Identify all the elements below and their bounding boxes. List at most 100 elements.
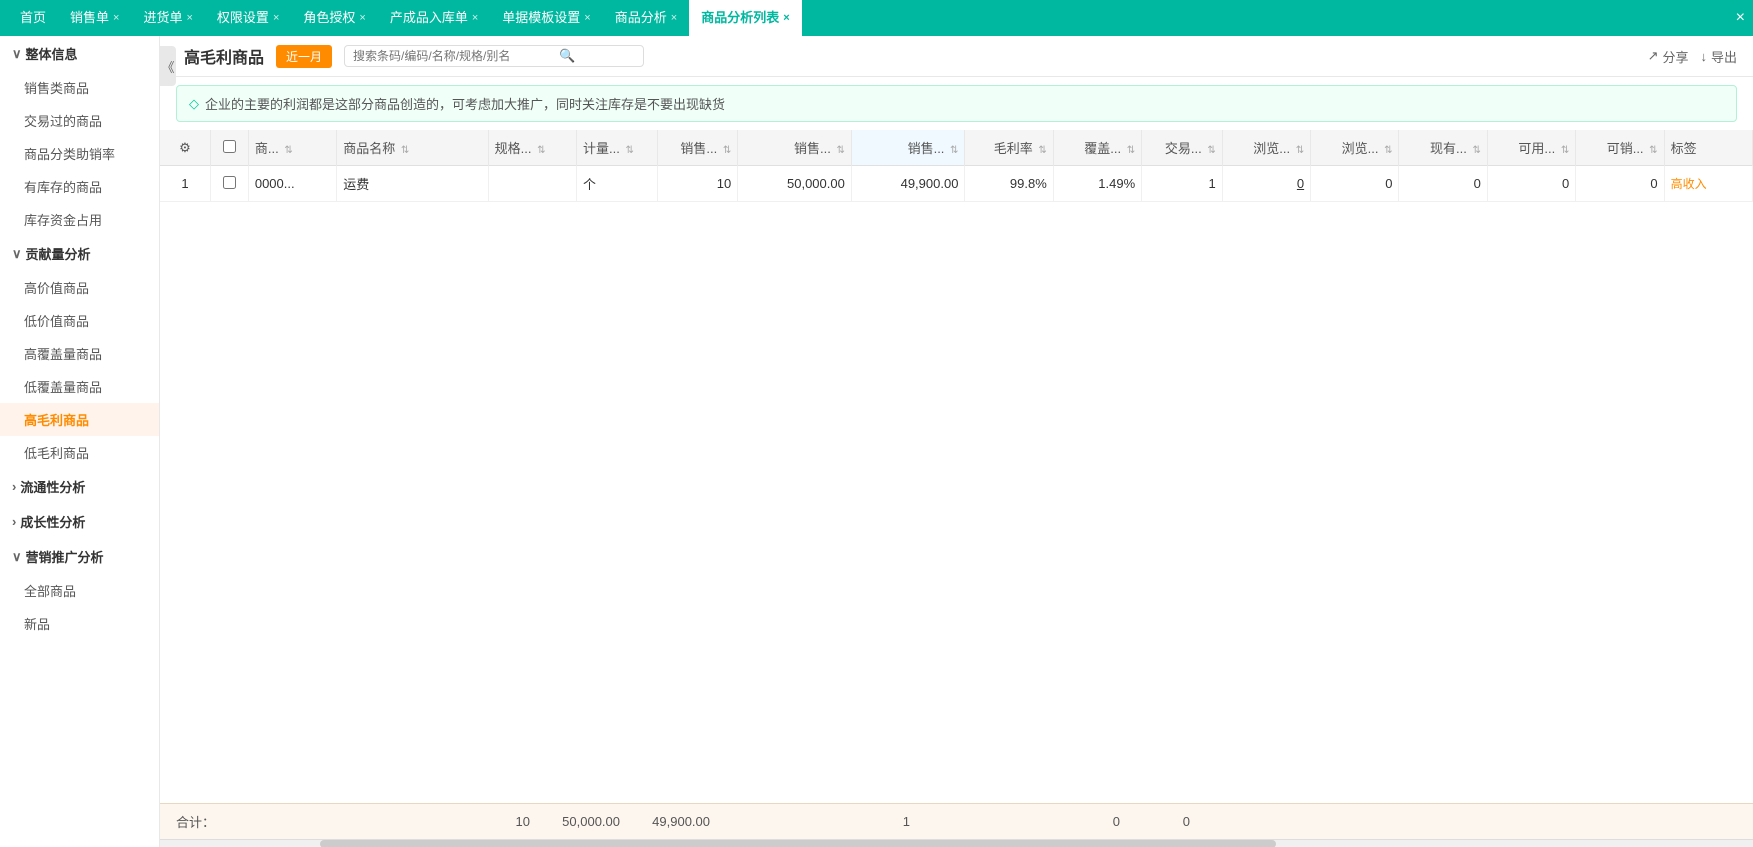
sort-icon-cover: ⇅ (1127, 145, 1135, 156)
sidebar-group-growth[interactable]: › 成长性分析 (0, 504, 159, 539)
sidebar-group-overall[interactable]: ∨ 整体信息 (0, 36, 159, 71)
nav-analysis[interactable]: 商品分析 × (603, 0, 689, 36)
cell-tag: 高收入 (1664, 166, 1752, 202)
col-header-browse2[interactable]: 浏览... ⇅ (1311, 130, 1399, 166)
share-label: 分享 (1662, 47, 1688, 66)
nav-analysis-label: 商品分析 (615, 0, 667, 36)
row-checkbox[interactable] (223, 176, 236, 189)
sort-icon-sale-amt: ⇅ (836, 145, 844, 156)
horizontal-scrollbar[interactable] (160, 839, 1753, 847)
nav-purchase[interactable]: 进货单 × (131, 0, 204, 36)
nav-role-close[interactable]: × (359, 0, 365, 36)
sidebar-item-low-margin[interactable]: 低毛利商品 (0, 436, 159, 469)
info-banner: ◇ 企业的主要的利润都是这部分商品创造的，可考虑加大推广，同时关注库存是不要出现… (176, 85, 1737, 122)
col-header-cover[interactable]: 覆盖... ⇅ (1053, 130, 1141, 166)
arrow-icon: ∨ (12, 46, 22, 62)
col-header-stock1[interactable]: 现有... ⇅ (1399, 130, 1487, 166)
sidebar-item-new-goods[interactable]: 新品 (0, 607, 159, 640)
share-button[interactable]: ↗ 分享 (1648, 47, 1689, 66)
col-header-trade[interactable]: 交易... ⇅ (1142, 130, 1223, 166)
footer-sale-profit: 49,900.00 (626, 814, 716, 829)
nav-permission[interactable]: 权限设置 × (205, 0, 291, 36)
info-icon: ◇ (189, 96, 199, 112)
nav-purchase-close[interactable]: × (186, 0, 192, 36)
col-header-settings[interactable]: ⚙ (160, 130, 210, 166)
col-stock1-label: 现有... (1430, 141, 1467, 156)
sidebar-item-category-sales-rate[interactable]: 商品分类助销率 (0, 137, 159, 170)
sidebar-item-high-cover[interactable]: 高覆盖量商品 (0, 337, 159, 370)
nav-sales[interactable]: 销售单 × (58, 0, 131, 36)
export-button[interactable]: ↓ 导出 (1700, 47, 1737, 66)
sidebar-group-overall-label: 整体信息 (26, 44, 78, 63)
global-close-button[interactable]: × (1736, 9, 1745, 27)
col-header-spec[interactable]: 规格... ⇅ (488, 130, 576, 166)
col-header-name[interactable]: 商品名称 ⇅ (337, 130, 488, 166)
col-header-sale-amt[interactable]: 销售... ⇅ (738, 130, 852, 166)
nav-permission-close[interactable]: × (273, 0, 279, 36)
footer-spacer (256, 814, 476, 829)
share-icon: ↗ (1648, 48, 1659, 64)
col-header-saleable[interactable]: 可销... ⇅ (1576, 130, 1664, 166)
nav-analysis-list[interactable]: 商品分析列表 × (689, 0, 801, 36)
col-header-browse1[interactable]: 浏览... ⇅ (1222, 130, 1310, 166)
top-navigation: 首页 销售单 × 进货单 × 权限设置 × 角色授权 × 产成品入库单 × 单据… (0, 0, 1753, 36)
sidebar-item-all-goods[interactable]: 全部商品 (0, 574, 159, 607)
data-table: ⚙ 商... ⇅ 商品名称 ⇅ (160, 130, 1753, 202)
col-header-unit[interactable]: 计量... ⇅ (577, 130, 658, 166)
sort-icon-browse1: ⇅ (1296, 145, 1304, 156)
nav-sales-close[interactable]: × (113, 0, 119, 36)
cell-cover: 1.49% (1053, 166, 1141, 202)
nav-template-label: 单据模板设置 (502, 0, 580, 36)
nav-purchase-label: 进货单 (143, 0, 182, 36)
footer-sale-qty: 10 (476, 814, 536, 829)
col-header-stock2[interactable]: 可用... ⇅ (1487, 130, 1575, 166)
sort-icon-gross-rate: ⇅ (1038, 145, 1046, 156)
nav-home[interactable]: 首页 (8, 0, 58, 36)
col-unit-label: 计量... (583, 141, 620, 156)
sidebar-item-stock-capital[interactable]: 库存资金占用 (0, 203, 159, 236)
nav-analysis-close[interactable]: × (671, 0, 677, 36)
nav-template[interactable]: 单据模板设置 × (490, 0, 602, 36)
sidebar-collapse-button[interactable]: 《 (160, 46, 176, 86)
sidebar-item-high-value[interactable]: 高价值商品 (0, 271, 159, 304)
sidebar-item-high-margin[interactable]: 高毛利商品 (0, 403, 159, 436)
sidebar-item-low-value[interactable]: 低价值商品 (0, 304, 159, 337)
sidebar: ∨ 整体信息 销售类商品 交易过的商品 商品分类助销率 有库存的商品 库存资金占… (0, 36, 160, 847)
col-header-code[interactable]: 商... ⇅ (248, 130, 336, 166)
select-all-checkbox[interactable] (223, 140, 236, 153)
search-input[interactable] (353, 49, 553, 63)
arrow-icon-3: › (12, 479, 16, 494)
col-trade-label: 交易... (1165, 141, 1202, 156)
sidebar-item-low-cover[interactable]: 低覆盖量商品 (0, 370, 159, 403)
sidebar-item-stock-goods[interactable]: 有库存的商品 (0, 170, 159, 203)
cell-browse2: 0 (1311, 166, 1399, 202)
sidebar-group-liquidity[interactable]: › 流通性分析 (0, 469, 159, 504)
nav-product-inbound[interactable]: 产成品入库单 × (378, 0, 490, 36)
col-header-gross-rate[interactable]: 毛利率 ⇅ (965, 130, 1053, 166)
nav-analysis-list-close[interactable]: × (783, 0, 789, 36)
time-filter-button[interactable]: 近一月 (276, 45, 332, 68)
col-header-sale-profit[interactable]: 销售... ⇅ (851, 130, 965, 166)
scrollbar-thumb[interactable] (320, 840, 1276, 847)
sidebar-group-contribution[interactable]: ∨ 贡献量分析 (0, 236, 159, 271)
sort-icon-sale-qty: ⇅ (723, 145, 731, 156)
nav-role[interactable]: 角色授权 × (291, 0, 377, 36)
cell-check[interactable] (210, 166, 248, 202)
col-header-sale-qty[interactable]: 销售... ⇅ (657, 130, 738, 166)
cell-num: 1 (160, 166, 210, 202)
arrow-icon-5: ∨ (12, 549, 22, 565)
nav-product-inbound-close[interactable]: × (472, 0, 478, 36)
col-header-tag[interactable]: 标签 (1664, 130, 1752, 166)
cell-browse1[interactable]: 0 (1222, 166, 1310, 202)
sidebar-item-sales-goods[interactable]: 销售类商品 (0, 71, 159, 104)
header-actions: ↗ 分享 ↓ 导出 (1648, 47, 1737, 66)
col-sale-qty-label: 销售... (680, 141, 717, 156)
search-box: 🔍 (344, 45, 644, 67)
sidebar-item-traded-goods[interactable]: 交易过的商品 (0, 104, 159, 137)
footer-stock1: 0 (1056, 814, 1126, 829)
search-icon[interactable]: 🔍 (559, 48, 575, 64)
col-header-check[interactable] (210, 130, 248, 166)
nav-template-close[interactable]: × (584, 0, 590, 36)
sidebar-group-marketing[interactable]: ∨ 营销推广分析 (0, 539, 159, 574)
export-icon: ↓ (1700, 49, 1707, 64)
